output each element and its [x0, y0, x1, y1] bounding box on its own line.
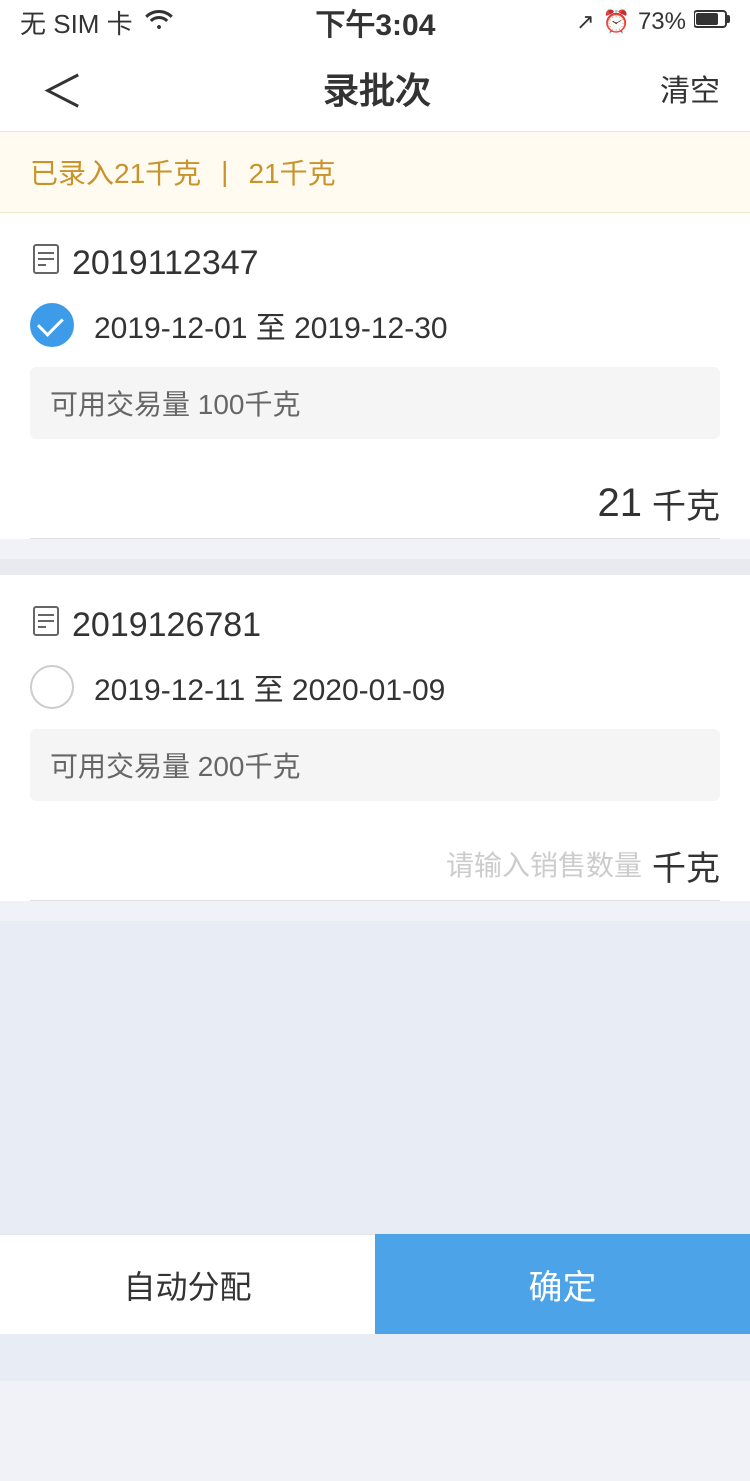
batch-card-1: 2019112347 2019-12-01 至 2019-12-30 可用交易量… — [0, 213, 750, 539]
wifi-icon — [143, 7, 175, 38]
batch-1-unit: 千克 — [652, 479, 720, 528]
batch-1-quantity-row: 21 千克 — [0, 459, 750, 538]
batch-2-id: 2019126781 — [72, 606, 261, 645]
batch-card-2: 2019126781 2019-12-11 至 2020-01-09 可用交易量… — [0, 575, 750, 901]
batch-1-divider — [30, 538, 720, 539]
location-icon: ↗ — [576, 9, 594, 35]
batch-1-radio[interactable] — [30, 303, 74, 347]
battery-icon — [694, 8, 730, 36]
status-left: 无 SIM 卡 — [20, 4, 175, 41]
summary-value: 21千克 — [248, 152, 335, 192]
summary-bar: 已录入21千克 | 21千克 — [0, 132, 750, 213]
clear-button[interactable]: 清空 — [660, 66, 720, 110]
confirm-button[interactable]: 确定 — [375, 1234, 750, 1334]
footer: 自动分配 确定 — [0, 1234, 750, 1334]
batch-1-date: 2019-12-01 至 2019-12-30 — [94, 303, 448, 347]
batch-2-divider — [30, 900, 720, 901]
back-button[interactable]: ＜ — [30, 46, 94, 130]
batch-2-icon — [30, 605, 62, 645]
batch-1-id: 2019112347 — [72, 244, 259, 283]
batch-1-date-row: 2019-12-01 至 2019-12-30 — [0, 293, 750, 357]
section-separator-1 — [0, 559, 750, 575]
batch-2-date-row: 2019-12-11 至 2020-01-09 — [0, 655, 750, 719]
batch-2-date: 2019-12-11 至 2020-01-09 — [94, 665, 445, 709]
batch-1-header: 2019112347 — [0, 213, 750, 293]
nav-bar: ＜ 录批次 清空 — [0, 44, 750, 132]
summary-label: 已录入21千克 — [30, 152, 201, 192]
alarm-icon: ⏰ — [603, 9, 630, 35]
batch-2-quantity-input[interactable] — [282, 850, 642, 882]
batch-2-radio[interactable] — [30, 665, 74, 709]
battery-text: 73% — [638, 8, 686, 36]
status-time: 下午3:04 — [315, 0, 435, 44]
no-sim-text: 无 SIM 卡 — [20, 4, 133, 41]
status-bar: 无 SIM 卡 下午3:04 ↗ ⏰ 73% — [0, 0, 750, 44]
batch-1-quantity-value: 21 — [522, 481, 642, 526]
batch-2-header: 2019126781 — [0, 575, 750, 655]
batch-1-availability: 可用交易量 100千克 — [30, 367, 720, 439]
summary-divider: | — [221, 156, 228, 188]
batch-2-availability: 可用交易量 200千克 — [30, 729, 720, 801]
auto-distribute-button[interactable]: 自动分配 — [0, 1234, 375, 1334]
batch-1-icon — [30, 243, 62, 283]
page-title: 录批次 — [323, 62, 431, 114]
status-right: ↗ ⏰ 73% — [576, 8, 730, 36]
batch-2-unit: 千克 — [652, 841, 720, 890]
back-icon: ＜ — [40, 68, 84, 117]
batch-2-quantity-row: 千克 — [0, 821, 750, 900]
